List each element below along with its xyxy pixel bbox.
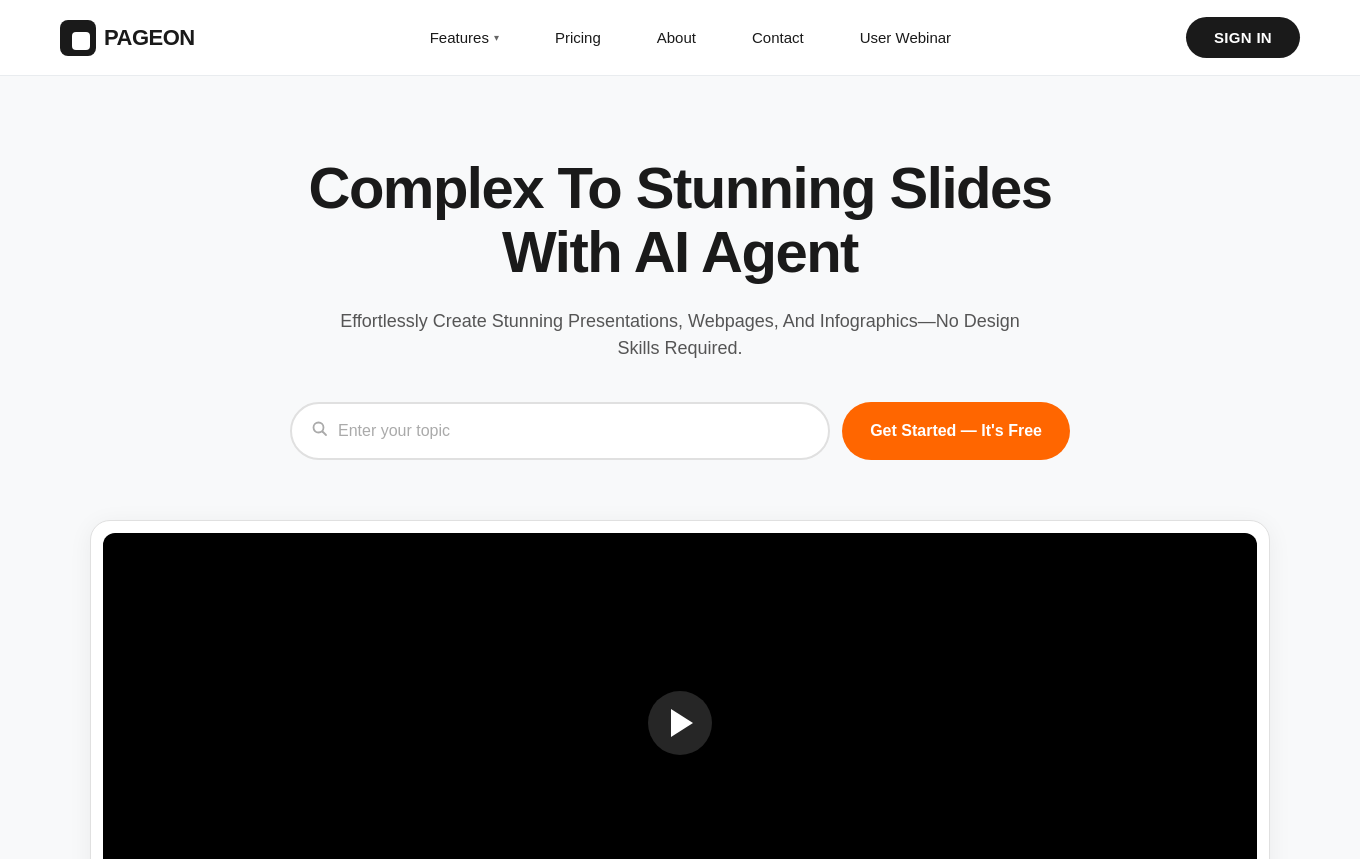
search-icon xyxy=(312,421,328,441)
navbar-nav: Features ▾ Pricing About Contact User We… xyxy=(402,0,979,76)
svg-line-1 xyxy=(323,431,327,435)
hero-title: Complex To Stunning Slides With AI Agent xyxy=(250,156,1110,284)
pricing-label: Pricing xyxy=(555,29,601,46)
play-icon xyxy=(671,709,693,737)
logo-icon xyxy=(60,20,96,56)
preview-video[interactable] xyxy=(103,533,1257,859)
search-container xyxy=(290,402,830,460)
nav-item-about[interactable]: About xyxy=(629,0,724,76)
search-input[interactable] xyxy=(338,422,808,440)
nav-item-contact[interactable]: Contact xyxy=(724,0,832,76)
navbar: PAGEON Features ▾ Pricing About Contact … xyxy=(0,0,1360,76)
hero-subtitle: Effortlessly Create Stunning Presentatio… xyxy=(340,308,1020,362)
logo-link[interactable]: PAGEON xyxy=(60,20,195,56)
features-label: Features xyxy=(430,29,489,46)
logo-icon-inner xyxy=(72,32,90,50)
nav-item-features[interactable]: Features ▾ xyxy=(402,0,527,76)
contact-label: Contact xyxy=(752,29,804,46)
user-webinar-label: User Webinar xyxy=(860,29,951,46)
search-row: Get Started — It's Free xyxy=(290,402,1070,460)
nav-item-user-webinar[interactable]: User Webinar xyxy=(832,0,979,76)
chevron-down-icon: ▾ xyxy=(494,32,499,43)
sign-in-button[interactable]: SIGN IN xyxy=(1186,17,1300,58)
hero-section: Complex To Stunning Slides With AI Agent… xyxy=(0,76,1360,859)
nav-item-pricing[interactable]: Pricing xyxy=(527,0,629,76)
cta-button[interactable]: Get Started — It's Free xyxy=(842,402,1070,460)
play-button[interactable] xyxy=(648,691,712,755)
about-label: About xyxy=(657,29,696,46)
navbar-actions: SIGN IN xyxy=(1186,17,1300,58)
preview-section xyxy=(90,520,1270,859)
logo-text: PAGEON xyxy=(104,25,195,51)
